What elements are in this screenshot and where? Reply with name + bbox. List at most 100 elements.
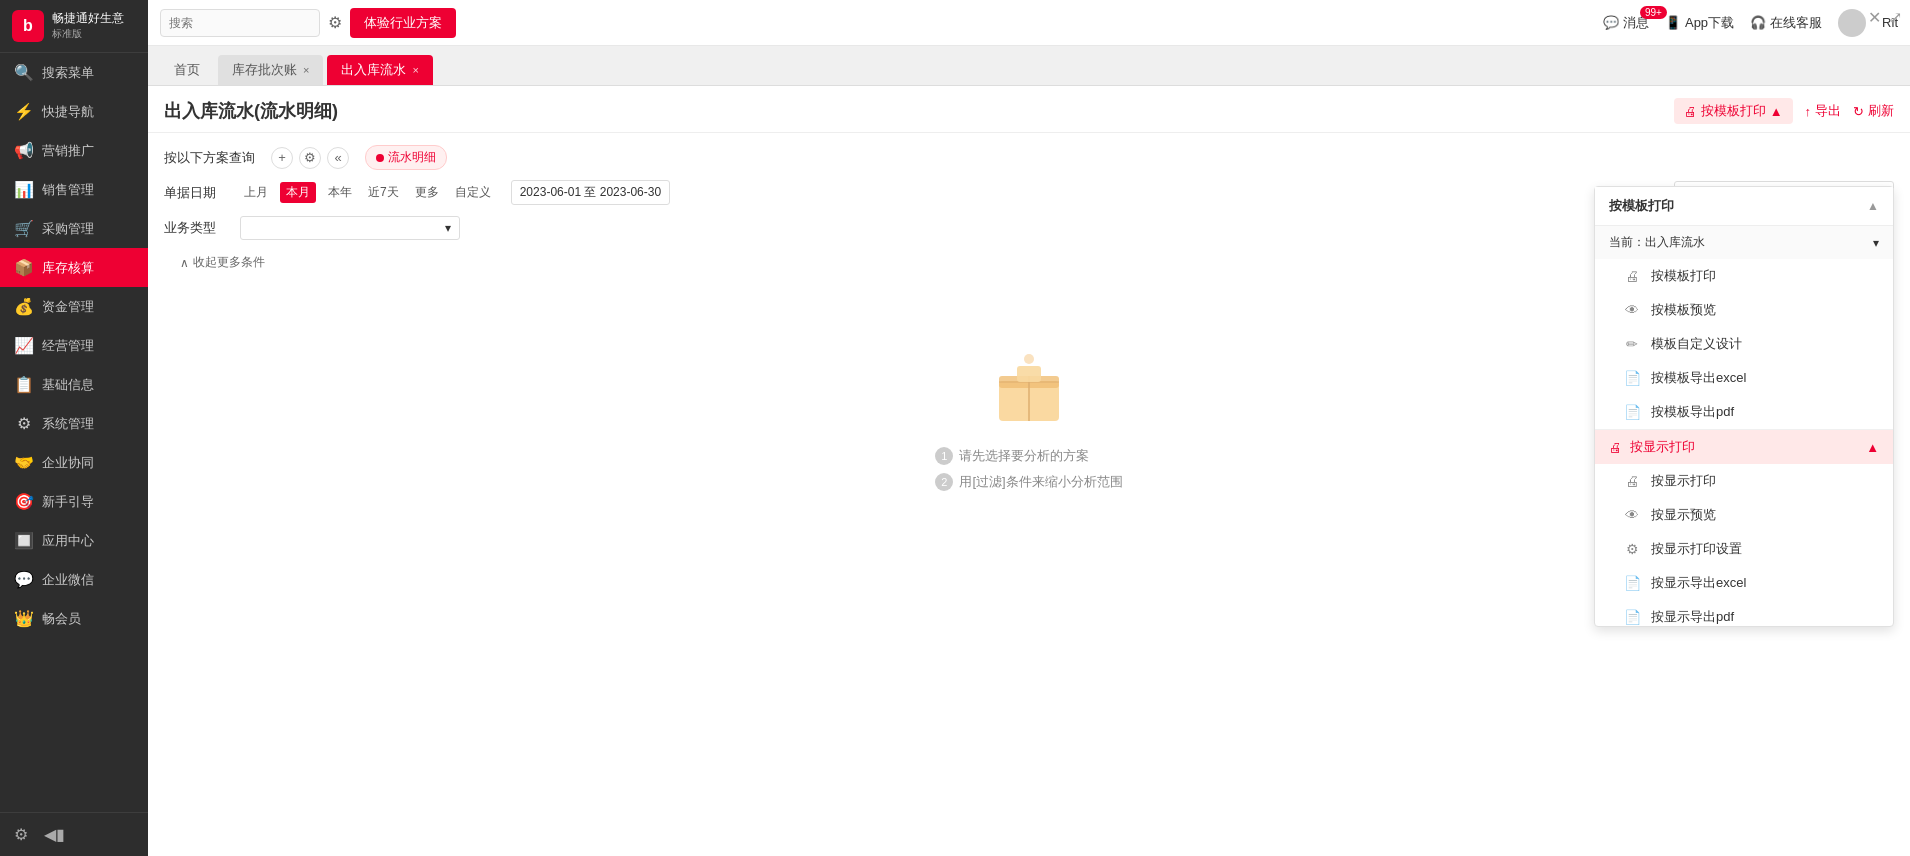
- online-service-button[interactable]: 🎧 在线客服: [1750, 14, 1822, 32]
- sidebar-item-label: 新手引导: [42, 493, 94, 511]
- sidebar-item-member[interactable]: 👑 畅会员: [0, 599, 148, 638]
- gear-icon: ⚙: [14, 414, 34, 433]
- chart-icon: 📊: [14, 180, 34, 199]
- chevron-down-icon-biz: ▾: [445, 221, 451, 235]
- dropdown-item-template-excel[interactable]: 📄 按模板导出excel: [1595, 361, 1893, 395]
- filter-tag-dot: [376, 154, 384, 162]
- empty-tip-1: 1 请先选择要分析的方案: [935, 447, 1122, 465]
- maximize-window-icon[interactable]: ⤢: [1889, 8, 1902, 27]
- home-tab-label: 首页: [174, 61, 200, 79]
- export-button[interactable]: ↑ 导出: [1805, 102, 1842, 120]
- sidebar-item-app-center[interactable]: 🔲 应用中心: [0, 521, 148, 560]
- dropdown-item-template-print[interactable]: 🖨 按模板打印: [1595, 259, 1893, 293]
- biz-type-label: 业务类型: [164, 219, 224, 237]
- app-logo-icon: b: [12, 10, 44, 42]
- filter-tag-item: 流水明细: [365, 145, 447, 170]
- sidebar-item-label: 企业协同: [42, 454, 94, 472]
- dp-item-label: 按模板导出excel: [1651, 369, 1746, 387]
- add-filter-button[interactable]: +: [271, 147, 293, 169]
- chevron-up-icon-collapse: ∧: [180, 256, 189, 270]
- dropdown-display-section: 🖨 按显示打印 ▲ 🖨 按显示打印 👁 按显示预览 ⚙: [1595, 430, 1893, 626]
- dropdown-item-display-preview[interactable]: 👁 按显示预览: [1595, 498, 1893, 532]
- printer-icon: 🖨: [1684, 104, 1697, 119]
- date-this-year[interactable]: 本年: [324, 182, 356, 203]
- date-more[interactable]: 更多: [411, 182, 443, 203]
- search-input[interactable]: [160, 9, 320, 37]
- sidebar-item-finance[interactable]: 💰 资金管理: [0, 287, 148, 326]
- sidebar-item-marketing[interactable]: 📢 营销推广: [0, 131, 148, 170]
- sidebar-item-system[interactable]: ⚙ 系统管理: [0, 404, 148, 443]
- window-controls: ✕ ⤢: [1860, 0, 1910, 35]
- dp-item-label: 按显示打印: [1651, 472, 1716, 490]
- date-custom[interactable]: 自定义: [451, 182, 495, 203]
- topbar: ⚙ 体验行业方案 💬 消息 99+ 📱 App下载 🎧 在线客服 Rit: [148, 0, 1910, 46]
- biz-type-select[interactable]: ▾: [240, 216, 460, 240]
- clipboard-icon: 📋: [14, 375, 34, 394]
- dropdown-item-template-pdf[interactable]: 📄 按模板导出pdf: [1595, 395, 1893, 429]
- filter-scheme-label: 按以下方案查询: [164, 149, 255, 167]
- search-icon: 🔍: [14, 63, 34, 82]
- close-window-icon[interactable]: ✕: [1868, 8, 1881, 27]
- sidebar-item-business[interactable]: 📈 经营管理: [0, 326, 148, 365]
- date-last-7days[interactable]: 近7天: [364, 182, 403, 203]
- sidebar-item-search[interactable]: 🔍 搜索菜单: [0, 53, 148, 92]
- topbar-gear-icon[interactable]: ⚙: [328, 13, 342, 32]
- industry-button[interactable]: 体验行业方案: [350, 8, 456, 38]
- date-last-month[interactable]: 上月: [240, 182, 272, 203]
- tab-home[interactable]: 首页: [160, 55, 214, 85]
- dropdown-item-template-custom[interactable]: ✏ 模板自定义设计: [1595, 327, 1893, 361]
- date-range-picker[interactable]: 2023-06-01 至 2023-06-30: [511, 180, 670, 205]
- settings-icon[interactable]: ⚙: [14, 825, 28, 844]
- sidebar-item-basic[interactable]: 📋 基础信息: [0, 365, 148, 404]
- gear2-dp-icon: ⚙: [1623, 541, 1641, 557]
- batch-account-tab-close[interactable]: ×: [303, 64, 309, 76]
- dropdown-item-display-print[interactable]: 🖨 按显示打印: [1595, 464, 1893, 498]
- inout-flow-tab-close[interactable]: ×: [412, 64, 418, 76]
- date-shortcuts: 上月 本月 本年 近7天 更多 自定义: [240, 182, 495, 203]
- sidebar-item-collab[interactable]: 🤝 企业协同: [0, 443, 148, 482]
- app-download-button[interactable]: 📱 App下载: [1665, 14, 1734, 32]
- topbar-left: ⚙ 体验行业方案: [160, 8, 1595, 38]
- dp-item-label: 按显示预览: [1651, 506, 1716, 524]
- section-chevron-up: ▲: [1866, 440, 1879, 455]
- tab-inout-flow[interactable]: 出入库流水 ×: [327, 55, 432, 85]
- excel-dp-icon: 📄: [1623, 370, 1641, 386]
- sidebar-item-wechat[interactable]: 💬 企业微信: [0, 560, 148, 599]
- dropdown-display-header[interactable]: 🖨 按显示打印 ▲: [1595, 430, 1893, 464]
- settings-filter-button[interactable]: ⚙: [299, 147, 321, 169]
- sidebar-item-label: 库存核算: [42, 259, 94, 277]
- app-version: 标准版: [52, 27, 124, 41]
- template-print-label: 按模板打印: [1701, 102, 1766, 120]
- megaphone-icon: 📢: [14, 141, 34, 160]
- message-button[interactable]: 💬 消息 99+: [1603, 14, 1649, 32]
- dropdown-chevron-up[interactable]: ▲: [1867, 199, 1879, 213]
- tab-batch-account[interactable]: 库存批次账 ×: [218, 55, 323, 85]
- dropdown-item-display-settings[interactable]: ⚙ 按显示打印设置: [1595, 532, 1893, 566]
- dropdown-header: 按模板打印 ▲: [1595, 187, 1893, 226]
- sidebar-item-guide[interactable]: 🎯 新手引导: [0, 482, 148, 521]
- sidebar-item-sales[interactable]: 📊 销售管理: [0, 170, 148, 209]
- sidebar-item-inventory[interactable]: 📦 库存核算: [0, 248, 148, 287]
- pdf2-dp-icon: 📄: [1623, 609, 1641, 625]
- phone-icon: 📱: [1665, 15, 1681, 30]
- dropdown-item-display-pdf[interactable]: 📄 按显示导出pdf: [1595, 600, 1893, 626]
- export-icon: ↑: [1805, 104, 1812, 119]
- refresh-button[interactable]: ↻ 刷新: [1853, 102, 1894, 120]
- template-print-button[interactable]: 🖨 按模板打印 ▲: [1674, 98, 1793, 124]
- tabs-bar: 首页 库存批次账 × 出入库流水 × ✕ ⤢: [148, 46, 1910, 86]
- chat-icon: 💬: [14, 570, 34, 589]
- sidebar-item-purchase[interactable]: 🛒 采购管理: [0, 209, 148, 248]
- batch-account-tab-label: 库存批次账: [232, 61, 297, 79]
- collapse-filter-button[interactable]: «: [327, 147, 349, 169]
- date-this-month[interactable]: 本月: [280, 182, 316, 203]
- sidebar-item-quick-nav[interactable]: ⚡ 快捷导航: [0, 92, 148, 131]
- dropdown-item-display-excel[interactable]: 📄 按显示导出excel: [1595, 566, 1893, 600]
- page-content: 出入库流水(流水明细) 🖨 按模板打印 ▲ ↑ 导出 ↻ 刷新: [148, 86, 1910, 856]
- handshake-icon: 🤝: [14, 453, 34, 472]
- inout-flow-tab-label: 出入库流水: [341, 61, 406, 79]
- collapse-sidebar-icon[interactable]: ◀▮: [44, 825, 65, 844]
- dropdown-template-section: 当前：出入库流水 ▾ 🖨 按模板打印 👁 按模板预览 ✏ 模板自定义设计: [1595, 226, 1893, 430]
- dropdown-title: 按模板打印: [1609, 197, 1674, 215]
- empty-tip-2: 2 用[过滤]条件来缩小分析范围: [935, 473, 1122, 491]
- dropdown-item-template-preview[interactable]: 👁 按模板预览: [1595, 293, 1893, 327]
